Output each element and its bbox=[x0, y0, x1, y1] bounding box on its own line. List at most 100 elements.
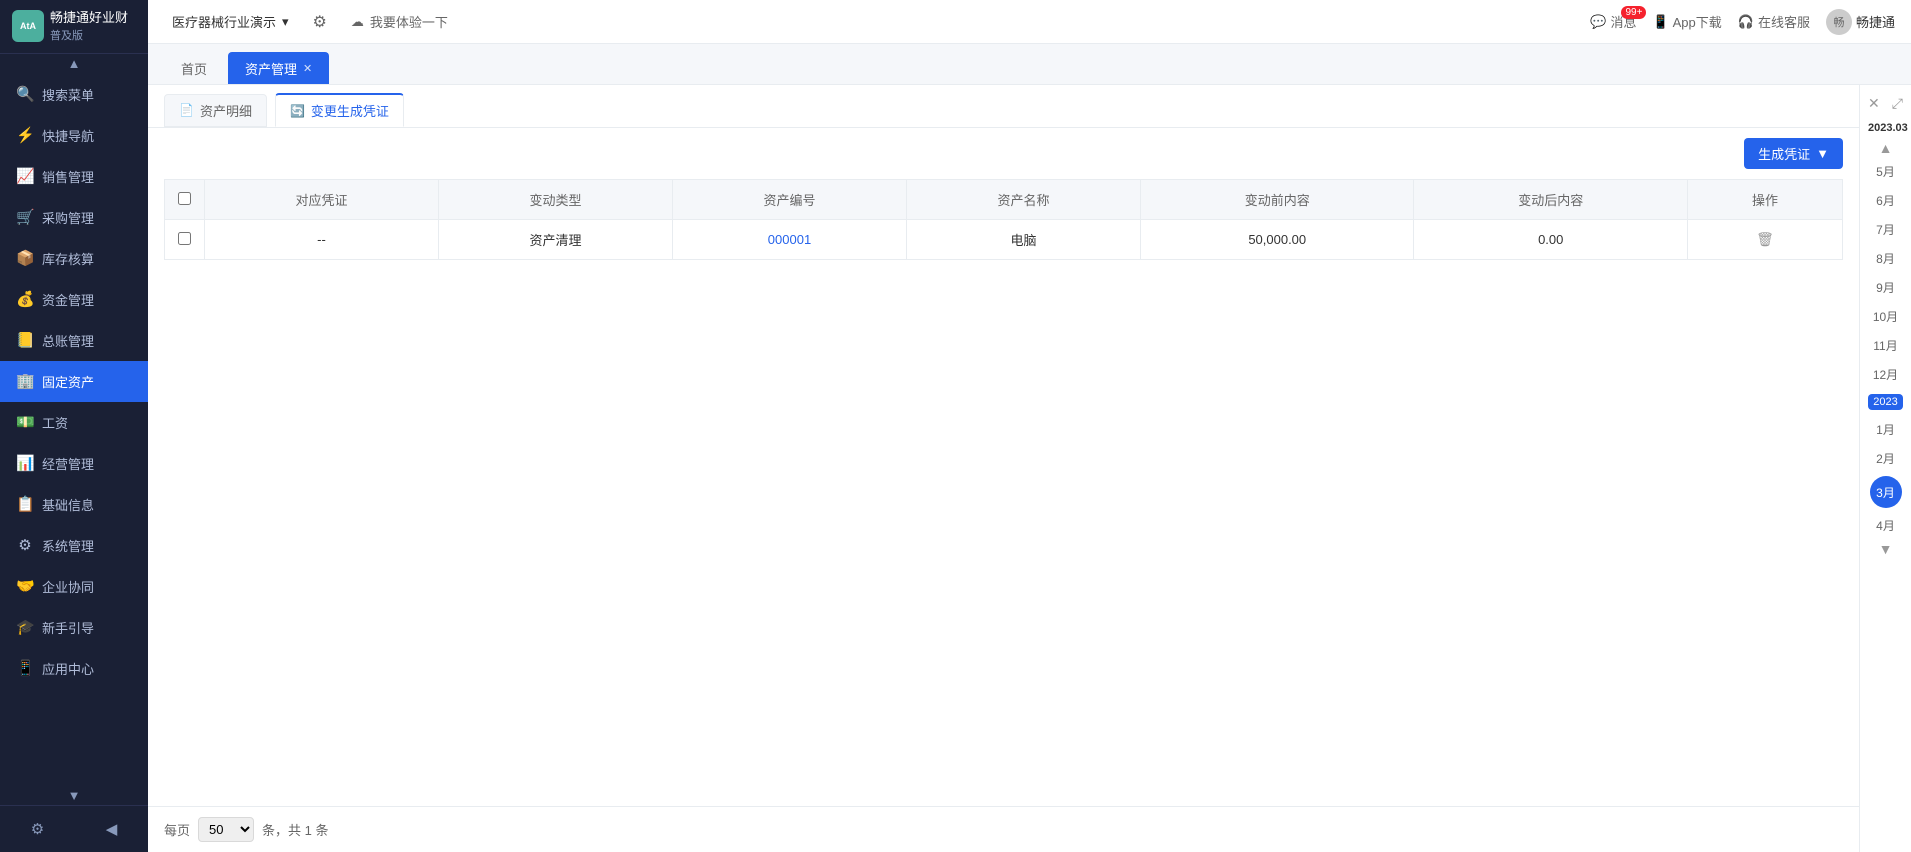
tab-asset-mgmt-close[interactable]: ✕ bbox=[303, 62, 312, 75]
row-after-change: 0.00 bbox=[1414, 220, 1687, 260]
sidebar-item-label-fixed-assets: 固定资产 bbox=[42, 372, 94, 391]
cooperation-icon: 🤝 bbox=[16, 577, 34, 595]
header-gear-button[interactable]: ⚙ bbox=[309, 8, 331, 36]
th-checkbox bbox=[165, 180, 205, 220]
sidebar-item-guide[interactable]: 🎓 新手引导 bbox=[0, 607, 148, 648]
logo-abbr: AtA bbox=[20, 21, 36, 31]
sidebar-item-label-search: 搜索菜单 bbox=[42, 85, 94, 104]
sidebar-item-fixed-assets[interactable]: 🏢 固定资产 bbox=[0, 361, 148, 402]
generate-voucher-label: 生成凭证 bbox=[1758, 144, 1810, 163]
sidebar-item-purchase[interactable]: 🛒 采购管理 bbox=[0, 197, 148, 238]
panel-month-10[interactable]: 10月 bbox=[1860, 303, 1911, 330]
generate-voucher-button[interactable]: 生成凭证 ▼ bbox=[1744, 138, 1843, 169]
sidebar-item-operations[interactable]: 📊 经营管理 bbox=[0, 443, 148, 484]
sales-icon: 📈 bbox=[16, 167, 34, 185]
panel-month-5[interactable]: 5月 bbox=[1860, 158, 1911, 185]
app-center-icon: 📱 bbox=[16, 659, 34, 677]
sidebar-item-label-cooperation: 企业协同 bbox=[42, 577, 94, 596]
generate-dropdown-icon: ▼ bbox=[1816, 146, 1829, 161]
sidebar-item-label-payroll: 工资 bbox=[42, 413, 68, 432]
sidebar-item-system[interactable]: ⚙ 系统管理 bbox=[0, 525, 148, 566]
panel-month-3-active[interactable]: 3月 bbox=[1870, 476, 1902, 508]
company-name: 医疗器械行业演示 bbox=[172, 12, 276, 31]
sub-tab-asset-detail[interactable]: 📄 资产明细 bbox=[164, 94, 267, 127]
sidebar-item-sales[interactable]: 📈 销售管理 bbox=[0, 156, 148, 197]
pagination: 每页 50 10 20 100 条，共 1 条 bbox=[148, 806, 1859, 852]
operations-icon: 📊 bbox=[16, 454, 34, 472]
collapse-button[interactable]: ◀ bbox=[96, 814, 128, 844]
sidebar-item-inventory[interactable]: 📦 库存核算 bbox=[0, 238, 148, 279]
system-icon: ⚙ bbox=[16, 536, 34, 554]
purchase-icon: 🛒 bbox=[16, 208, 34, 226]
sidebar-item-ledger[interactable]: 📒 总账管理 bbox=[0, 320, 148, 361]
delete-button[interactable]: 🗑 bbox=[1756, 231, 1774, 247]
main-area: 医疗器械行业演示 ▾ ⚙ ☁ 我要体验一下 💬 消息 99+ 📱 App下载 🎧… bbox=[148, 0, 1911, 852]
sidebar-scroll-up[interactable]: ▲ bbox=[0, 54, 148, 74]
select-all-checkbox[interactable] bbox=[178, 192, 191, 205]
table-toolbar: 生成凭证 ▼ bbox=[148, 128, 1859, 179]
tab-home-label: 首页 bbox=[181, 59, 207, 78]
page-content: 📄 资产明细 🔄 变更生成凭证 生成凭证 ▼ bbox=[148, 85, 1859, 852]
user-menu[interactable]: 畅 畅捷通 bbox=[1826, 9, 1895, 35]
content-area: 📄 资产明细 🔄 变更生成凭证 生成凭证 ▼ bbox=[148, 85, 1911, 852]
panel-month-8[interactable]: 8月 bbox=[1860, 245, 1911, 272]
row-asset-name: 电脑 bbox=[907, 220, 1141, 260]
panel-month-1[interactable]: 1月 bbox=[1860, 416, 1911, 443]
sidebar-item-app-center[interactable]: 📱 应用中心 bbox=[0, 648, 148, 689]
company-selector[interactable]: 医疗器械行业演示 ▾ bbox=[164, 8, 297, 35]
logo-sub: 普及版 bbox=[50, 27, 128, 43]
right-panel: ✕ ⤢ 2023.03 ▲ 5月 6月 7月 8月 9月 10月 11月 12月… bbox=[1859, 85, 1911, 852]
sidebar-item-search[interactable]: 🔍 搜索菜单 bbox=[0, 74, 148, 115]
panel-month-4[interactable]: 4月 bbox=[1860, 512, 1911, 539]
payroll-icon: 💵 bbox=[16, 413, 34, 431]
sidebar-item-label-sales: 销售管理 bbox=[42, 167, 94, 186]
current-year-badge[interactable]: 2023 bbox=[1868, 394, 1902, 410]
sidebar-item-finance[interactable]: 💰 资金管理 bbox=[0, 279, 148, 320]
sidebar-item-quick-nav[interactable]: ⚡ 快捷导航 bbox=[0, 115, 148, 156]
sidebar-scroll-down[interactable]: ▼ bbox=[0, 785, 148, 805]
sub-tab-change-voucher-label: 变更生成凭证 bbox=[311, 101, 389, 120]
online-service-button[interactable]: 🎧 在线客服 bbox=[1738, 12, 1810, 31]
tab-home[interactable]: 首页 bbox=[164, 52, 224, 84]
table-wrapper: 对应凭证 变动类型 资产编号 资产名称 变动前内容 变动后内容 操作 bbox=[148, 179, 1859, 806]
avatar-text: 畅 bbox=[1833, 14, 1844, 30]
th-asset-code: 资产编号 bbox=[673, 180, 907, 220]
sub-tab-change-voucher[interactable]: 🔄 变更生成凭证 bbox=[275, 93, 404, 127]
service-icon: 🎧 bbox=[1738, 14, 1754, 30]
sidebar-item-label-operations: 经营管理 bbox=[42, 454, 94, 473]
panel-month-12[interactable]: 12月 bbox=[1860, 361, 1911, 388]
search-icon: 🔍 bbox=[16, 85, 34, 103]
panel-month-7[interactable]: 7月 bbox=[1860, 216, 1911, 243]
online-service-label: 在线客服 bbox=[1758, 12, 1810, 31]
sidebar-item-label-finance: 资金管理 bbox=[42, 290, 94, 309]
experience-button[interactable]: ☁ 我要体验一下 bbox=[343, 8, 456, 35]
panel-month-9[interactable]: 9月 bbox=[1860, 274, 1911, 301]
sidebar-item-label-app-center: 应用中心 bbox=[42, 659, 94, 678]
th-asset-name: 资产名称 bbox=[907, 180, 1141, 220]
sidebar-item-payroll[interactable]: 💵 工资 bbox=[0, 402, 148, 443]
th-voucher: 对应凭证 bbox=[205, 180, 439, 220]
cloud-icon: ☁ bbox=[351, 14, 364, 30]
sidebar-item-cooperation[interactable]: 🤝 企业协同 bbox=[0, 566, 148, 607]
sidebar-bottom: ⚙ ◀ bbox=[0, 805, 148, 852]
panel-month-11[interactable]: 11月 bbox=[1860, 332, 1911, 359]
th-operation: 操作 bbox=[1687, 180, 1842, 220]
app-download-button[interactable]: 📱 App下载 bbox=[1652, 12, 1721, 31]
panel-nav-down[interactable]: ▼ bbox=[1860, 541, 1911, 557]
settings-button[interactable]: ⚙ bbox=[21, 814, 54, 844]
panel-nav-up[interactable]: ▲ bbox=[1860, 140, 1911, 156]
guide-icon: 🎓 bbox=[16, 618, 34, 636]
panel-header-row: ✕ ⤢ bbox=[1860, 91, 1911, 116]
panel-month-2[interactable]: 2月 bbox=[1860, 445, 1911, 472]
sidebar-item-label-ledger: 总账管理 bbox=[42, 331, 94, 350]
per-page-select[interactable]: 50 10 20 100 bbox=[198, 817, 254, 842]
panel-expand-button[interactable]: ⤢ bbox=[1892, 95, 1903, 112]
message-icon: 💬 bbox=[1590, 14, 1606, 30]
row-checkbox[interactable] bbox=[178, 232, 191, 245]
tab-asset-mgmt[interactable]: 资产管理 ✕ bbox=[228, 52, 329, 84]
messages-button[interactable]: 💬 消息 99+ bbox=[1590, 12, 1636, 31]
finance-icon: 💰 bbox=[16, 290, 34, 308]
panel-month-6[interactable]: 6月 bbox=[1860, 187, 1911, 214]
sidebar-item-basic-info[interactable]: 📋 基础信息 bbox=[0, 484, 148, 525]
panel-close-button[interactable]: ✕ bbox=[1868, 95, 1880, 112]
